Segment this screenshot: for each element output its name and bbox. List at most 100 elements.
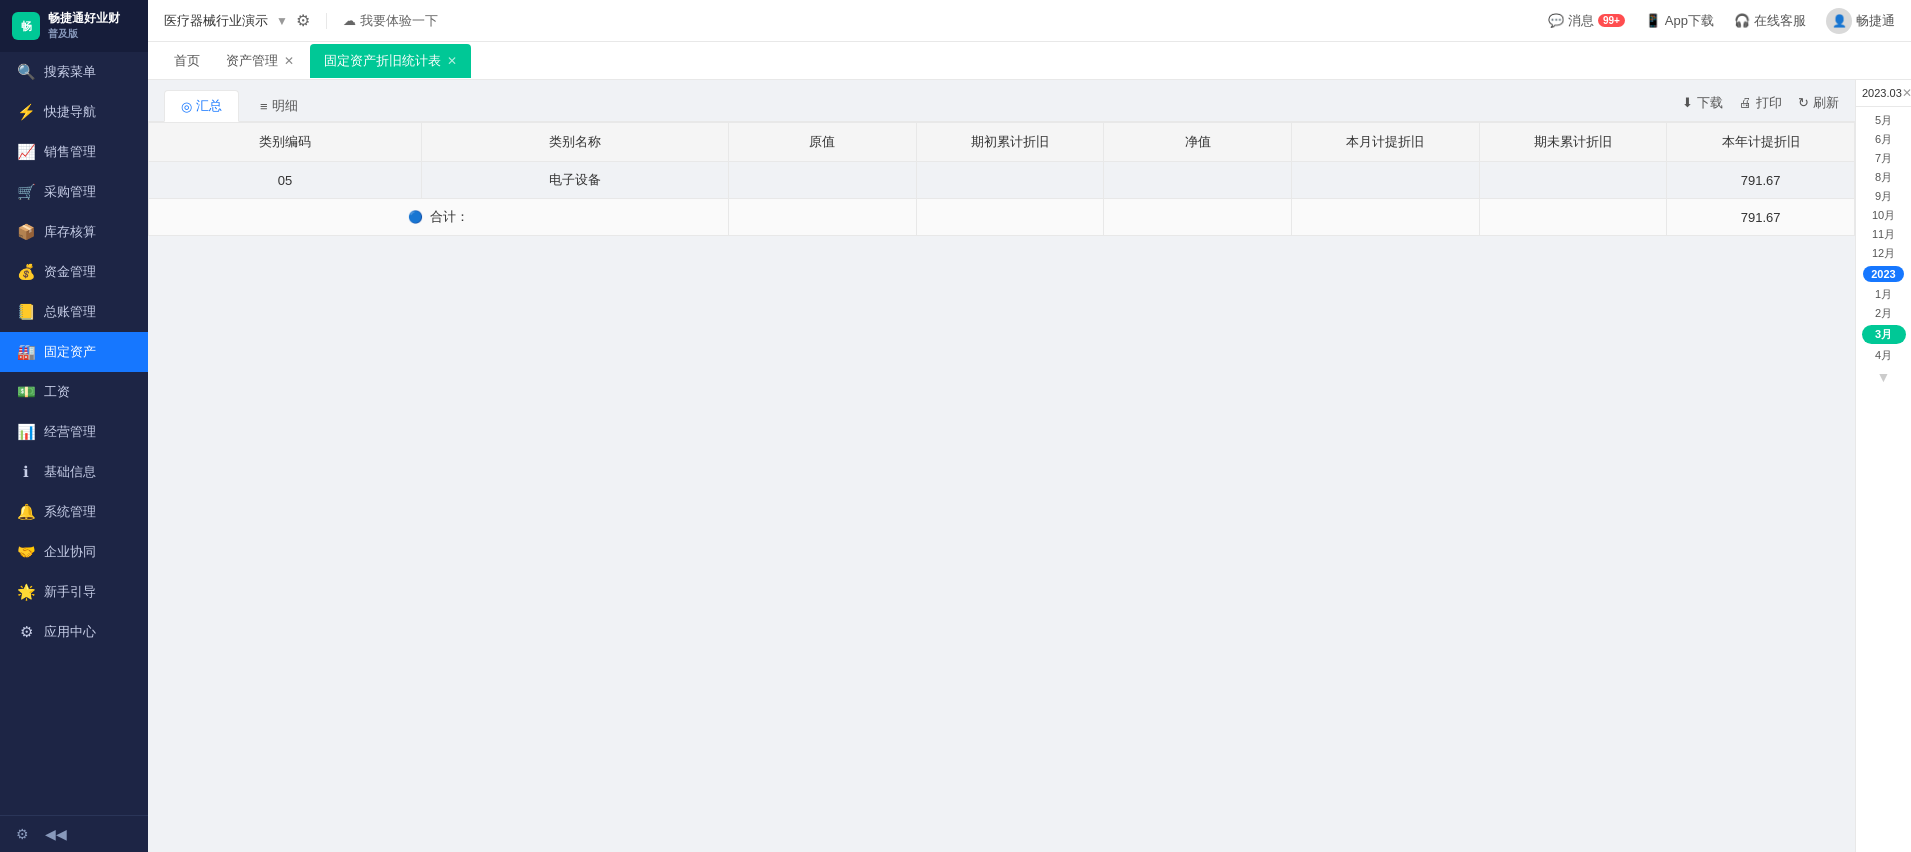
experience-cloud-icon: ☁ xyxy=(343,13,356,28)
sidebar-item-operations[interactable]: 📊 经营管理 xyxy=(0,412,148,452)
sidebar-item-system[interactable]: 🔔 系统管理 xyxy=(0,492,148,532)
download-button[interactable]: ⬇ 下载 xyxy=(1682,94,1723,112)
cell-monthly-dep xyxy=(1292,162,1480,199)
tab-asset-mgmt[interactable]: 资产管理 ✕ xyxy=(212,44,308,78)
timeline-year-2023[interactable]: 2023 xyxy=(1863,266,1903,282)
print-button[interactable]: 🖨 打印 xyxy=(1739,94,1782,112)
topbar: 医疗器械行业演示 ▼ ⚙ ☁ 我要体验一下 💬 消息 99+ 📱 App下载 xyxy=(148,0,1911,42)
purchase-icon: 🛒 xyxy=(16,182,36,202)
timeline-month-6[interactable]: 6月 xyxy=(1856,130,1911,149)
panel-close-icon[interactable]: ✕ xyxy=(1902,86,1911,100)
timeline-month-10[interactable]: 10月 xyxy=(1856,206,1911,225)
subtab-detail[interactable]: ≡ 明细 xyxy=(243,90,315,121)
detail-icon: ≡ xyxy=(260,99,268,114)
timeline-month-9[interactable]: 9月 xyxy=(1856,187,1911,206)
refresh-icon: ↻ xyxy=(1798,95,1809,110)
sidebar-item-ledger[interactable]: 📒 总账管理 xyxy=(0,292,148,332)
sidebar-item-basic-info[interactable]: ℹ 基础信息 xyxy=(0,452,148,492)
system-icon: 🔔 xyxy=(16,502,36,522)
topbar-right: 💬 消息 99+ 📱 App下载 🎧 在线客服 👤 畅捷通 xyxy=(1548,8,1895,34)
tab-fixed-asset-close[interactable]: ✕ xyxy=(447,54,457,68)
tab-fixed-asset[interactable]: 固定资产折旧统计表 ✕ xyxy=(310,44,471,78)
subtabs-left: ◎ 汇总 ≡ 明细 xyxy=(164,90,315,121)
topbar-settings-icon[interactable]: ⚙ xyxy=(296,11,310,30)
summary-annual-dep: 791.67 xyxy=(1667,199,1855,236)
cell-name: 电子设备 xyxy=(421,162,728,199)
sidebar-item-purchase[interactable]: 🛒 采购管理 xyxy=(0,172,148,212)
summary-net-value xyxy=(1104,199,1292,236)
timeline-month-11[interactable]: 11月 xyxy=(1856,225,1911,244)
cell-net-value xyxy=(1104,162,1292,199)
sidebar-settings-icon[interactable]: ⚙ xyxy=(16,826,29,842)
support-button[interactable]: 🎧 在线客服 xyxy=(1734,12,1806,30)
sidebar-item-quick-nav[interactable]: ⚡ 快捷导航 xyxy=(0,92,148,132)
summary-monthly-dep xyxy=(1292,199,1480,236)
timeline-month-12[interactable]: 12月 xyxy=(1856,244,1911,263)
quick-nav-icon: ⚡ xyxy=(16,102,36,122)
sidebar-item-inventory[interactable]: 📦 库存核算 xyxy=(0,212,148,252)
print-icon: 🖨 xyxy=(1739,95,1752,110)
timeline-month-4[interactable]: 4月 xyxy=(1856,346,1911,365)
sidebar: 畅 畅捷通好业财 普及版 🔍 搜索菜单 ⚡ 快捷导航 📈 销售管理 xyxy=(0,0,148,852)
sidebar-item-cooperation[interactable]: 🤝 企业协同 xyxy=(0,532,148,572)
timeline: 5月 6月 7月 8月 9月 10月 11月 12月 2023 1月 2月 3月… xyxy=(1856,107,1911,852)
phone-icon: 📱 xyxy=(1645,13,1661,28)
cooperation-icon: 🤝 xyxy=(16,542,36,562)
timeline-month-7[interactable]: 7月 xyxy=(1856,149,1911,168)
timeline-month-5[interactable]: 5月 xyxy=(1856,111,1911,130)
content-main: ◎ 汇总 ≡ 明细 ⬇ 下载 � xyxy=(148,80,1855,852)
col-header-monthly-dep: 本月计提折旧 xyxy=(1292,123,1480,162)
headset-icon: 🎧 xyxy=(1734,13,1750,28)
experience-button[interactable]: ☁ 我要体验一下 xyxy=(343,12,438,30)
period-label: 2023.03 xyxy=(1862,87,1902,99)
sidebar-collapse-icon[interactable]: ◀◀ xyxy=(45,826,67,842)
table-header-row: 类别编码 类别名称 原值 期初累计折旧 净值 本月计提折旧 期未累计折旧 本年计… xyxy=(149,123,1855,162)
sidebar-item-search[interactable]: 🔍 搜索菜单 xyxy=(0,52,148,92)
operations-icon: 📊 xyxy=(16,422,36,442)
sidebar-item-fixed-assets[interactable]: 🏭 固定资产 xyxy=(0,332,148,372)
messages-icon: 💬 xyxy=(1548,13,1564,28)
col-header-code: 类别编码 xyxy=(149,123,422,162)
timeline-down-icon[interactable]: ▼ xyxy=(1877,369,1891,385)
summary-icon: 🔵 xyxy=(408,210,423,224)
col-header-original: 原值 xyxy=(729,123,917,162)
messages-button[interactable]: 💬 消息 99+ xyxy=(1548,12,1625,30)
payroll-icon: 💵 xyxy=(16,382,36,402)
timeline-month-2[interactable]: 2月 xyxy=(1856,304,1911,323)
download-button[interactable]: 📱 App下载 xyxy=(1645,12,1714,30)
company-dropdown-icon[interactable]: ▼ xyxy=(276,14,288,28)
search-icon: 🔍 xyxy=(16,62,36,82)
cell-code: 05 xyxy=(149,162,422,199)
summary-icon: ◎ xyxy=(181,99,192,114)
company-name[interactable]: 医疗器械行业演示 xyxy=(164,12,268,30)
summary-original xyxy=(729,199,917,236)
refresh-button[interactable]: ↻ 刷新 xyxy=(1798,94,1839,112)
sidebar-nav: 🔍 搜索菜单 ⚡ 快捷导航 📈 销售管理 🛒 采购管理 📦 库存核算 xyxy=(0,52,148,815)
cell-annual-dep: 791.67 xyxy=(1667,162,1855,199)
tab-asset-mgmt-close[interactable]: ✕ xyxy=(284,54,294,68)
subtabs: ◎ 汇总 ≡ 明细 ⬇ 下载 � xyxy=(148,80,1855,122)
col-header-opening-dep: 期初累计折旧 xyxy=(916,123,1104,162)
user-menu[interactable]: 👤 畅捷通 xyxy=(1826,8,1895,34)
tabs-bar: 首页 资产管理 ✕ 固定资产折旧统计表 ✕ xyxy=(148,42,1911,80)
timeline-month-3-active[interactable]: 3月 xyxy=(1862,325,1906,344)
sidebar-item-guide[interactable]: 🌟 新手引导 xyxy=(0,572,148,612)
main-container: 医疗器械行业演示 ▼ ⚙ ☁ 我要体验一下 💬 消息 99+ 📱 App下载 xyxy=(148,0,1911,852)
logo-icon: 畅 xyxy=(12,12,40,40)
inventory-icon: 📦 xyxy=(16,222,36,242)
timeline-month-1[interactable]: 1月 xyxy=(1856,285,1911,304)
sidebar-item-app-center[interactable]: ⚙ 应用中心 xyxy=(0,612,148,652)
cell-period-end-dep xyxy=(1479,162,1667,199)
avatar-icon: 👤 xyxy=(1832,14,1847,28)
subtab-summary[interactable]: ◎ 汇总 xyxy=(164,90,239,122)
sidebar-item-funds[interactable]: 💰 资金管理 xyxy=(0,252,148,292)
sales-icon: 📈 xyxy=(16,142,36,162)
summary-label: 🔵 合计： xyxy=(149,199,729,236)
sidebar-item-sales[interactable]: 📈 销售管理 xyxy=(0,132,148,172)
logo-text: 畅捷通好业财 xyxy=(48,11,120,27)
basic-info-icon: ℹ xyxy=(16,462,36,482)
timeline-month-8[interactable]: 8月 xyxy=(1856,168,1911,187)
sidebar-item-payroll[interactable]: 💵 工资 xyxy=(0,372,148,412)
tab-home[interactable]: 首页 xyxy=(164,44,210,78)
table-row: 05 电子设备 791.67 xyxy=(149,162,1855,199)
